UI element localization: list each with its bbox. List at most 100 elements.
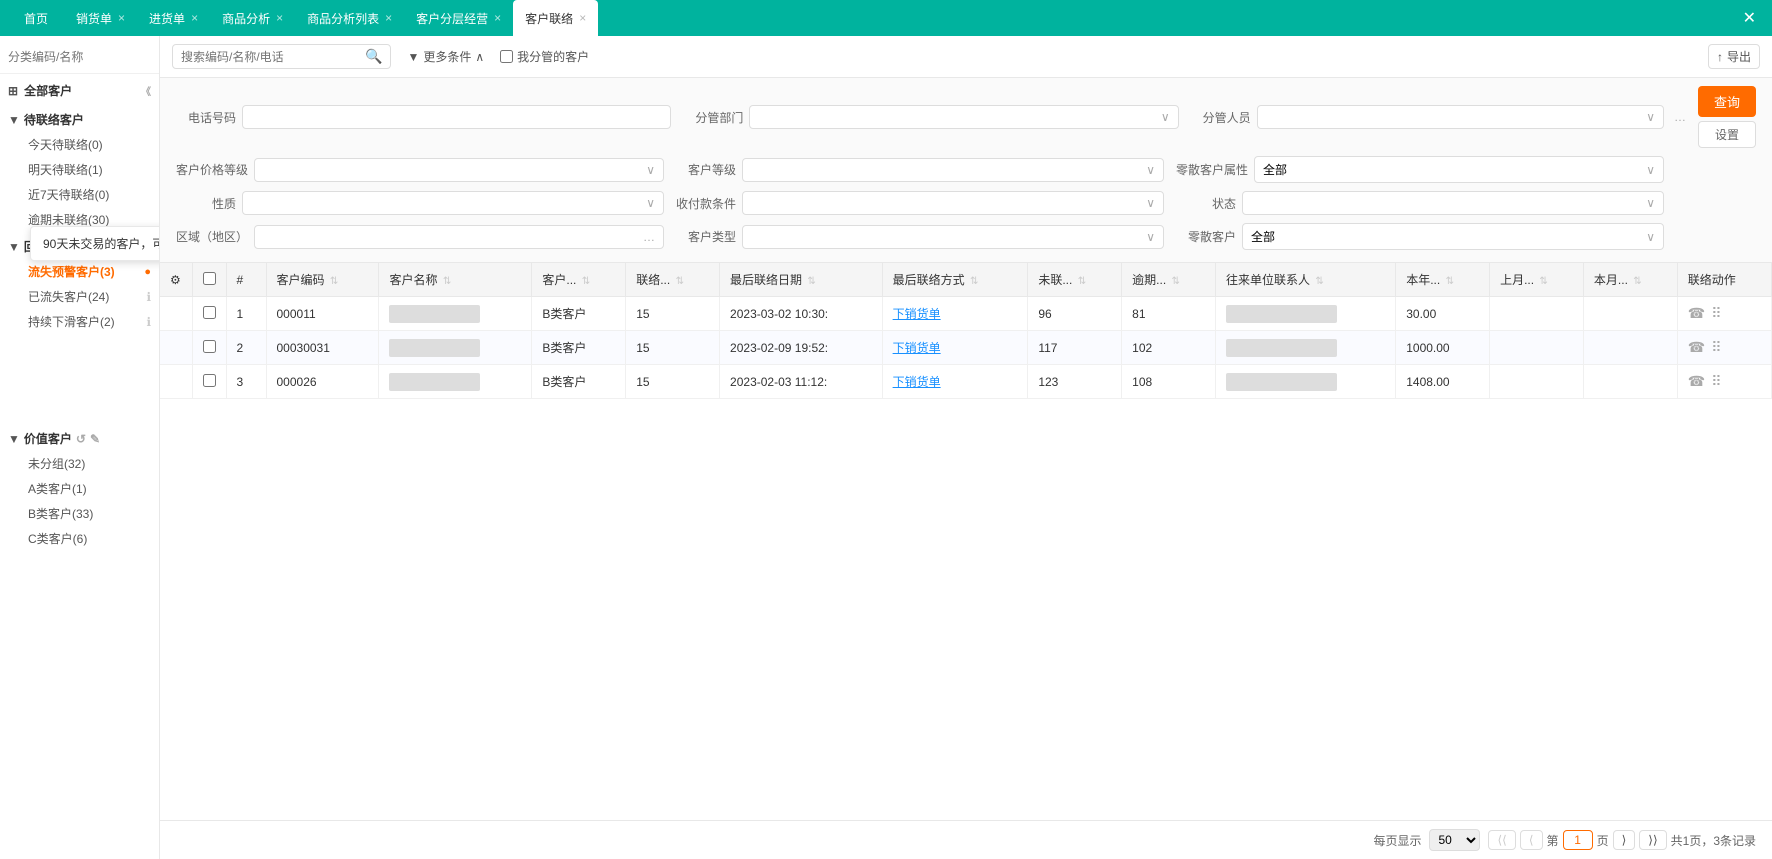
col-this-month[interactable]: 本月... ⇅ xyxy=(1583,263,1677,297)
page-next-button[interactable]: ⟩ xyxy=(1613,830,1636,850)
customer-level-select[interactable]: ∨ xyxy=(742,158,1164,182)
contact-icon[interactable]: ☎ xyxy=(1688,339,1705,356)
tab-sales-close[interactable]: × xyxy=(118,11,125,25)
tab-purchase[interactable]: 进货单 × xyxy=(137,0,210,36)
col-name[interactable]: 客户名称 ⇅ xyxy=(379,263,532,297)
table-cell xyxy=(192,365,226,399)
tab-sales[interactable]: 销货单 × xyxy=(64,0,137,36)
lost-pre-row: 流失预警客户(3) ● xyxy=(28,263,151,280)
search-icon[interactable]: 🔍 xyxy=(365,48,382,65)
sidebar-group-pending[interactable]: ▼ 待联络客户 xyxy=(0,105,159,132)
tab-customer-tier-close[interactable]: × xyxy=(494,11,501,25)
sidebar-item-downgrade[interactable]: 持续下滑客户(2) ℹ xyxy=(0,309,159,334)
tab-customer-link-close[interactable]: × xyxy=(579,11,586,25)
sidebar-group-value[interactable]: ▼ 价值客户 ↺ ✎ xyxy=(0,424,159,451)
sidebar-item-today[interactable]: 今天待联络(0) xyxy=(0,132,159,157)
customers-table: ⚙ # 客户编码 ⇅ 客户名称 ⇅ xyxy=(160,263,1772,399)
last-method-link[interactable]: 下销货单 xyxy=(893,307,941,321)
region-more-icon[interactable]: … xyxy=(643,230,655,244)
window-close-button[interactable]: ✕ xyxy=(1735,8,1764,28)
sidebar-item-tomorrow[interactable]: 明天待联络(1) xyxy=(0,157,159,182)
tab-analysis-list[interactable]: 商品分析列表 × xyxy=(295,0,404,36)
region-select[interactable]: … xyxy=(254,225,664,249)
dept-select[interactable]: ∨ xyxy=(749,105,1178,129)
table-cell: 2023-02-09 19:52: xyxy=(720,331,883,365)
sidebar-all-customers[interactable]: ⊞ 全部客户 《 xyxy=(0,74,159,105)
tab-home[interactable]: 首页 xyxy=(8,0,64,36)
my-customer-checkbox-area[interactable]: 我分管的客户 xyxy=(500,48,589,65)
table-cell: ██████ xyxy=(1216,365,1396,399)
retail-attr-select[interactable]: 全部 ∨ xyxy=(1254,156,1664,183)
settings-button[interactable]: 设置 xyxy=(1698,121,1756,148)
tab-customer-tier[interactable]: 客户分层经营 × xyxy=(404,0,513,36)
export-button[interactable]: ↑ 导出 xyxy=(1708,44,1760,69)
col-type[interactable]: 客户... ⇅ xyxy=(532,263,626,297)
grid-icon: ⊞ xyxy=(8,84,18,98)
filter-label: 更多条件 xyxy=(423,48,471,65)
col-not-contact[interactable]: 未联... ⇅ xyxy=(1028,263,1122,297)
row-checkbox[interactable] xyxy=(203,340,216,353)
status-select[interactable]: ∨ xyxy=(1242,191,1664,215)
filter-button[interactable]: ▼ 更多条件 ∧ xyxy=(399,45,492,68)
action-buttons: 查询 设置 xyxy=(1698,86,1756,148)
my-customer-checkbox[interactable] xyxy=(500,50,513,63)
tab-analysis[interactable]: 商品分析 × xyxy=(210,0,295,36)
tab-analysis-list-label: 商品分析列表 xyxy=(307,10,379,27)
per-page-select[interactable]: 50 100 200 xyxy=(1429,829,1480,851)
tab-purchase-close[interactable]: × xyxy=(191,11,198,25)
tab-customer-link[interactable]: 客户联络 × xyxy=(513,0,598,36)
sidebar-item-already-lost[interactable]: 已流失客户(24) ℹ xyxy=(0,284,159,309)
sidebar-search-input[interactable] xyxy=(8,50,160,64)
query-button[interactable]: 查询 xyxy=(1698,86,1756,117)
manager-select[interactable]: ∨ xyxy=(1257,105,1664,129)
col-contact[interactable]: 联络... ⇅ xyxy=(626,263,720,297)
tab-analysis-close[interactable]: × xyxy=(276,11,283,25)
price-level-select[interactable]: ∨ xyxy=(254,158,664,182)
col-this-year[interactable]: 本年... ⇅ xyxy=(1396,263,1490,297)
sidebar-collapse-icon[interactable]: 《 xyxy=(141,83,151,98)
last-method-link[interactable]: 下销货单 xyxy=(893,375,941,389)
filter-row-3: 性质 ∨ 收付款条件 ∨ 状态 xyxy=(176,191,1756,215)
more-actions-icon[interactable]: ⠿ xyxy=(1711,339,1721,356)
price-level-arrow-icon: ∨ xyxy=(646,163,655,177)
retail-attr-label: 零散客户属性 xyxy=(1176,161,1248,178)
payment-label: 收付款条件 xyxy=(676,195,736,212)
customer-type-select[interactable]: ∨ xyxy=(742,225,1164,249)
manager-more-icon[interactable]: … xyxy=(1674,110,1686,124)
sidebar-item-class-a[interactable]: A类客户(1) xyxy=(0,476,159,501)
payment-select[interactable]: ∨ xyxy=(742,191,1164,215)
table-cell xyxy=(160,297,192,331)
select-all-checkbox[interactable] xyxy=(203,272,216,285)
sidebar-item-class-b[interactable]: B类客户(33) xyxy=(0,501,159,526)
phone-input[interactable] xyxy=(242,105,671,129)
col-code[interactable]: 客户编码 ⇅ xyxy=(266,263,379,297)
col-last-month[interactable]: 上月... ⇅ xyxy=(1490,263,1584,297)
sidebar-item-week[interactable]: 近7天待联络(0) xyxy=(0,182,159,207)
row-checkbox[interactable] xyxy=(203,306,216,319)
sidebar-item-lost-pre[interactable]: 流失预警客户(3) ● xyxy=(0,259,159,284)
retail-customer-select[interactable]: 全部 ∨ xyxy=(1242,223,1664,250)
tab-analysis-list-close[interactable]: × xyxy=(385,11,392,25)
col-last-date[interactable]: 最后联络日期 ⇅ xyxy=(720,263,883,297)
contact-icon[interactable]: ☎ xyxy=(1688,305,1705,322)
col-settings[interactable]: ⚙ xyxy=(160,263,192,297)
contact-icon[interactable]: ☎ xyxy=(1688,373,1705,390)
value-group-refresh-icon[interactable]: ↺ xyxy=(76,432,86,446)
more-actions-icon[interactable]: ⠿ xyxy=(1711,305,1721,322)
page-first-button[interactable]: ⟨⟨ xyxy=(1488,830,1515,850)
nature-select[interactable]: ∨ xyxy=(242,191,664,215)
sidebar-item-unsorted[interactable]: 未分组(32) xyxy=(0,451,159,476)
page-last-button[interactable]: ⟩⟩ xyxy=(1639,830,1666,850)
sidebar-item-class-c[interactable]: C类客户(6) xyxy=(0,526,159,551)
search-input[interactable] xyxy=(181,50,361,64)
row-checkbox[interactable] xyxy=(203,374,216,387)
col-last-method[interactable]: 最后联络方式 ⇅ xyxy=(882,263,1028,297)
col-unit-contact[interactable]: 往来单位联系人 ⇅ xyxy=(1216,263,1396,297)
value-group-edit-icon[interactable]: ✎ xyxy=(90,432,100,446)
filter-icon: ▼ xyxy=(407,50,419,64)
col-overdue[interactable]: 逾期... ⇅ xyxy=(1122,263,1216,297)
col-not-contact-label: 未联... xyxy=(1038,273,1072,287)
last-method-link[interactable]: 下销货单 xyxy=(893,341,941,355)
page-prev-button[interactable]: ⟨ xyxy=(1520,830,1543,850)
more-actions-icon[interactable]: ⠿ xyxy=(1711,373,1721,390)
